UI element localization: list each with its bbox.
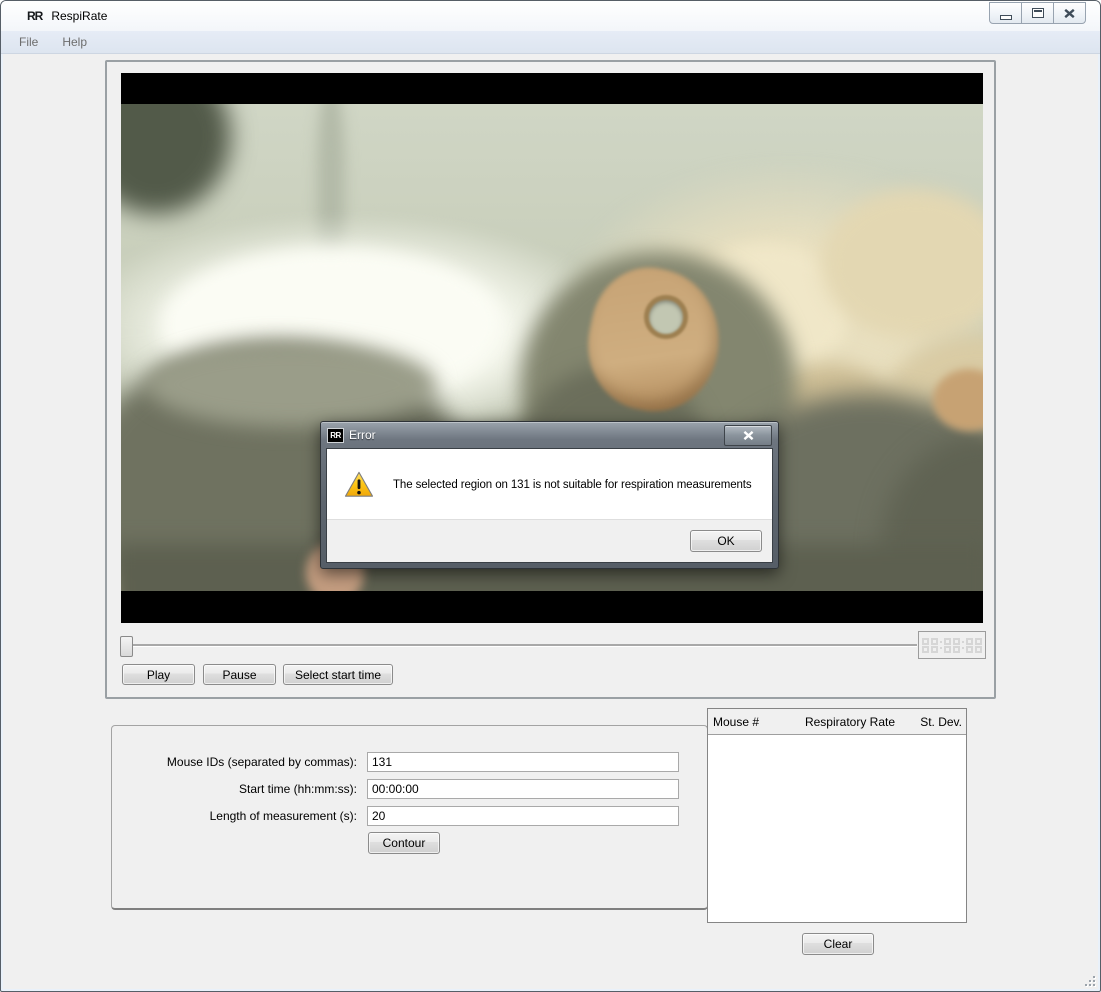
mouse-ids-input[interactable] — [367, 752, 679, 772]
window-title: RespiRate — [51, 9, 108, 23]
video-dark-corner — [121, 104, 231, 214]
column-st-dev: St. Dev. — [920, 714, 962, 729]
warning-triangle-icon — [344, 471, 374, 497]
resize-grip[interactable] — [1082, 973, 1095, 986]
column-respiratory-rate: Respiratory Rate — [804, 714, 896, 729]
error-dialog-close-button[interactable] — [724, 425, 772, 446]
maximize-button[interactable] — [1021, 2, 1054, 24]
error-dialog-footer: OK — [327, 519, 772, 562]
close-button[interactable] — [1053, 2, 1086, 24]
titlebar[interactable]: RR RespiRate — [1, 1, 1100, 31]
results-table: Mouse # Respiratory Rate St. Dev. — [707, 708, 967, 923]
play-button[interactable]: Play — [122, 664, 195, 685]
measurement-length-input[interactable] — [367, 806, 679, 826]
close-x-icon — [743, 431, 753, 440]
lcd-time-display — [918, 631, 986, 659]
pause-button[interactable]: Pause — [203, 664, 276, 685]
clear-button[interactable]: Clear — [802, 933, 874, 955]
start-time-label: Start time (hh:mm:ss): — [238, 782, 357, 796]
close-icon — [1064, 8, 1075, 18]
app-icon: RR — [27, 9, 43, 23]
menu-help[interactable]: Help — [50, 32, 99, 52]
start-time-input[interactable] — [367, 779, 679, 799]
mouse-ids-label: Mouse IDs (separated by commas): — [166, 755, 357, 769]
seek-slider-track[interactable] — [122, 644, 917, 646]
video-ear-tag-hole — [649, 300, 683, 334]
window-controls — [989, 2, 1086, 24]
video-mouse-left-highlight — [146, 342, 436, 427]
error-dialog-title: Error — [349, 428, 376, 442]
select-start-time-button[interactable]: Select start time — [283, 664, 393, 685]
minimize-button[interactable] — [989, 2, 1022, 24]
column-mouse-number: Mouse # — [713, 714, 760, 729]
error-message: The selected region on 131 is not suitab… — [393, 478, 752, 491]
dialog-app-icon: RR — [328, 428, 343, 442]
error-dialog: RR Error The selected region on 131 is n… — [320, 421, 779, 569]
error-dialog-titlebar[interactable]: RR Error — [321, 422, 778, 448]
contour-button[interactable]: Contour — [368, 832, 440, 854]
menu-file[interactable]: File — [7, 32, 50, 52]
results-table-body[interactable] — [708, 734, 966, 922]
results-table-header: Mouse # Respiratory Rate St. Dev. — [708, 709, 966, 734]
measurement-form-panel: Mouse IDs (separated by commas): Start t… — [111, 725, 708, 910]
error-dialog-content: The selected region on 131 is not suitab… — [326, 448, 773, 563]
measurement-length-label: Length of measurement (s): — [209, 809, 357, 823]
maximize-icon — [1031, 8, 1044, 18]
menubar: File Help — [1, 31, 1100, 54]
minimize-icon — [999, 15, 1012, 20]
video-panel: Play Pause Select start time — [105, 60, 996, 699]
seek-slider-handle[interactable] — [120, 636, 133, 657]
ok-button[interactable]: OK — [690, 530, 762, 552]
